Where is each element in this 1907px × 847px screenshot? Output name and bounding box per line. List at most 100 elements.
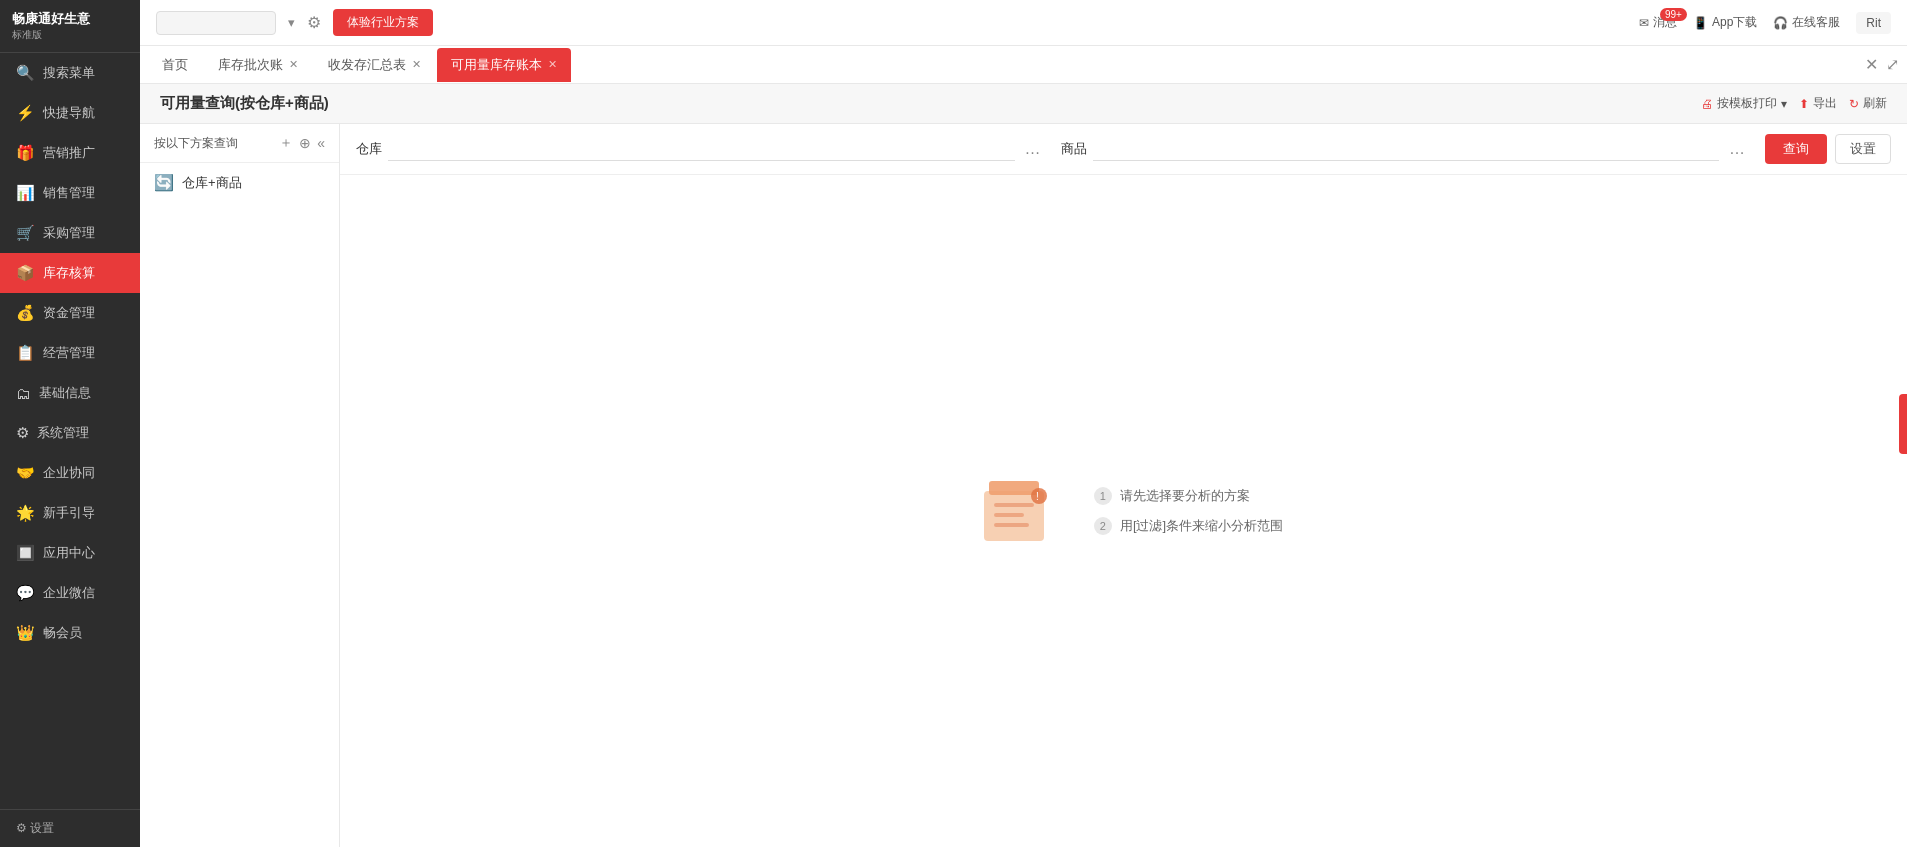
svg-rect-4 [994, 523, 1029, 527]
empty-state: ! 1 请先选择要分析的方案 2 用[过滤]条件来缩小分析范围 [340, 175, 1907, 847]
sidebar-label-newuser: 新手引导 [43, 504, 95, 522]
sidebar-label-weixin: 企业微信 [43, 584, 95, 602]
sidebar-item-newuser[interactable]: 🌟 新手引导 [0, 493, 140, 533]
refresh-icon: ↻ [1849, 97, 1859, 111]
sidebar-icon-basic: 🗂 [16, 385, 31, 402]
collapse-icon[interactable]: « [317, 135, 325, 151]
expand-button[interactable]: ⤢ [1886, 55, 1899, 74]
right-panel: 仓库 … 商品 … 查询 设置 [340, 124, 1907, 847]
sidebar-bottom-settings[interactable]: ⚙ 设置 [0, 809, 140, 847]
tab-batch-close[interactable]: ✕ [289, 58, 298, 71]
dropdown-icon[interactable]: ▾ [288, 15, 295, 30]
tab-summary[interactable]: 收发存汇总表 ✕ [314, 48, 435, 82]
add-scheme-icon[interactable]: ＋ [279, 134, 293, 152]
product-filter-input[interactable] [1093, 138, 1720, 161]
page-header-actions: 🖨 按模板打印 ▾ ⬆ 导出 ↻ 刷新 [1701, 95, 1887, 112]
warehouse-filter-label: 仓库 [356, 140, 382, 158]
sidebar-label-member: 畅会员 [43, 624, 82, 642]
empty-tip-1: 1 请先选择要分析的方案 [1094, 487, 1283, 505]
svg-rect-3 [994, 513, 1024, 517]
tab-available[interactable]: 可用量库存账本 ✕ [437, 48, 571, 82]
topbar-search-area [156, 11, 276, 35]
sidebar: 畅康通好生意 标准版 🔍搜索菜单⚡快捷导航🎁营销推广📊销售管理🛒采购管理📦库存核… [0, 0, 140, 847]
sidebar-label-enterprise: 企业协同 [43, 464, 95, 482]
sidebar-label-basic: 基础信息 [39, 384, 91, 402]
filter-row: 仓库 … 商品 … 查询 设置 [340, 124, 1907, 175]
close-all-button[interactable]: ✕ [1865, 55, 1878, 74]
online-service-button[interactable]: 🎧 在线客服 [1773, 14, 1840, 31]
tip-text-1: 请先选择要分析的方案 [1120, 487, 1250, 505]
gear-icon[interactable]: ⚙ [307, 13, 321, 32]
sidebar-item-enterprise[interactable]: 🤝企业协同 [0, 453, 140, 493]
content-area: 按以下方案查询 ＋ ⊕ « 🔄 仓库+商品 仓库 … [140, 124, 1907, 847]
service-label: 在线客服 [1792, 14, 1840, 31]
message-badge: 99+ [1660, 8, 1687, 21]
refresh-button[interactable]: ↻ 刷新 [1849, 95, 1887, 112]
tab-home-label: 首页 [162, 56, 188, 74]
sidebar-item-operation[interactable]: 📋 经营管理 [0, 333, 140, 373]
settings-scheme-icon[interactable]: ⊕ [299, 135, 311, 151]
sidebar-icon-appcenter: 🔲 [16, 544, 35, 562]
sidebar-icon-weixin: 💬 [16, 584, 35, 602]
tab-batch[interactable]: 库存批次账 ✕ [204, 48, 312, 82]
sidebar-icon-operation: 📋 [16, 344, 35, 362]
query-button[interactable]: 查询 [1765, 134, 1827, 164]
export-button[interactable]: ⬆ 导出 [1799, 95, 1837, 112]
sidebar-item-system[interactable]: ⚙系统管理 [0, 413, 140, 453]
tab-available-close[interactable]: ✕ [548, 58, 557, 71]
sidebar-icon-newuser: 🌟 [16, 504, 35, 522]
sidebar-item-weixin[interactable]: 💬 企业微信 [0, 573, 140, 613]
warehouse-filter-input[interactable] [388, 138, 1015, 161]
sidebar-label-finance: 资金管理 [43, 304, 95, 322]
print-label: 按模板打印 [1717, 95, 1777, 112]
print-dropdown-icon: ▾ [1781, 97, 1787, 111]
tabs-bar: 首页 库存批次账 ✕ 收发存汇总表 ✕ 可用量库存账本 ✕ ✕ ⤢ [140, 46, 1907, 84]
sidebar-item-shortcut[interactable]: ⚡快捷导航 [0, 93, 140, 133]
sidebar-label-operation: 经营管理 [43, 344, 95, 362]
tab-summary-close[interactable]: ✕ [412, 58, 421, 71]
logo-sub: 标准版 [12, 28, 128, 42]
sidebar-label-purchase: 采购管理 [43, 224, 95, 242]
scheme-panel-header: 按以下方案查询 ＋ ⊕ « [140, 124, 339, 163]
warehouse-more-icon[interactable]: … [1021, 140, 1045, 158]
warehouse-filter: 仓库 … [356, 138, 1045, 161]
headset-icon: 🎧 [1773, 16, 1788, 30]
logo-title: 畅康通好生意 [12, 10, 128, 28]
print-button[interactable]: 🖨 按模板打印 ▾ [1701, 95, 1787, 112]
sidebar-logo: 畅康通好生意 标准版 [0, 0, 140, 53]
sidebar-item-marketing[interactable]: 🎁营销推广 [0, 133, 140, 173]
tip-text-2: 用[过滤]条件来缩小分析范围 [1120, 517, 1283, 535]
sidebar-item-member[interactable]: 👑畅会员 [0, 613, 140, 653]
empty-state-inner: ! 1 请先选择要分析的方案 2 用[过滤]条件来缩小分析范围 [964, 461, 1283, 561]
sidebar-item-finance[interactable]: 💰资金管理 [0, 293, 140, 333]
scheme-panel: 按以下方案查询 ＋ ⊕ « 🔄 仓库+商品 [140, 124, 340, 847]
app-download-button[interactable]: 📱 App下载 [1693, 14, 1757, 31]
sidebar-item-appcenter[interactable]: 🔲应用中心 [0, 533, 140, 573]
export-icon: ⬆ [1799, 97, 1809, 111]
scheme-item-warehouse-product[interactable]: 🔄 仓库+商品 [140, 163, 339, 202]
sidebar-item-purchase[interactable]: 🛒采购管理 [0, 213, 140, 253]
refresh-label: 刷新 [1863, 95, 1887, 112]
sidebar-item-basic[interactable]: 🗂 基础信息 [0, 373, 140, 413]
product-more-icon[interactable]: … [1725, 140, 1749, 158]
sidebar-item-search[interactable]: 🔍搜索菜单 [0, 53, 140, 93]
sidebar-item-sales[interactable]: 📊销售管理 [0, 173, 140, 213]
scheme-panel-actions: ＋ ⊕ « [279, 134, 325, 152]
user-profile[interactable]: Rit [1856, 12, 1891, 34]
svg-text:!: ! [1036, 491, 1039, 502]
scheme-item-icon: 🔄 [154, 173, 174, 192]
print-icon: 🖨 [1701, 97, 1713, 111]
sidebar-item-inventory[interactable]: 📦库存核算 [0, 253, 140, 293]
message-button[interactable]: ✉ 消息 99+ [1639, 14, 1677, 31]
page-header: 可用量查询(按仓库+商品) 🖨 按模板打印 ▾ ⬆ 导出 ↻ 刷新 [140, 84, 1907, 124]
settings-button[interactable]: 设置 [1835, 134, 1891, 164]
industry-btn[interactable]: 体验行业方案 [333, 9, 433, 36]
tab-home[interactable]: 首页 [148, 48, 202, 82]
sidebar-label-inventory: 库存核算 [43, 264, 95, 282]
empty-tip-2: 2 用[过滤]条件来缩小分析范围 [1094, 517, 1283, 535]
search-input[interactable] [156, 11, 276, 35]
svg-rect-2 [994, 503, 1034, 507]
tip-num-1: 1 [1094, 487, 1112, 505]
phone-icon: 📱 [1693, 16, 1708, 30]
scrollbar-handle[interactable] [1899, 394, 1907, 454]
